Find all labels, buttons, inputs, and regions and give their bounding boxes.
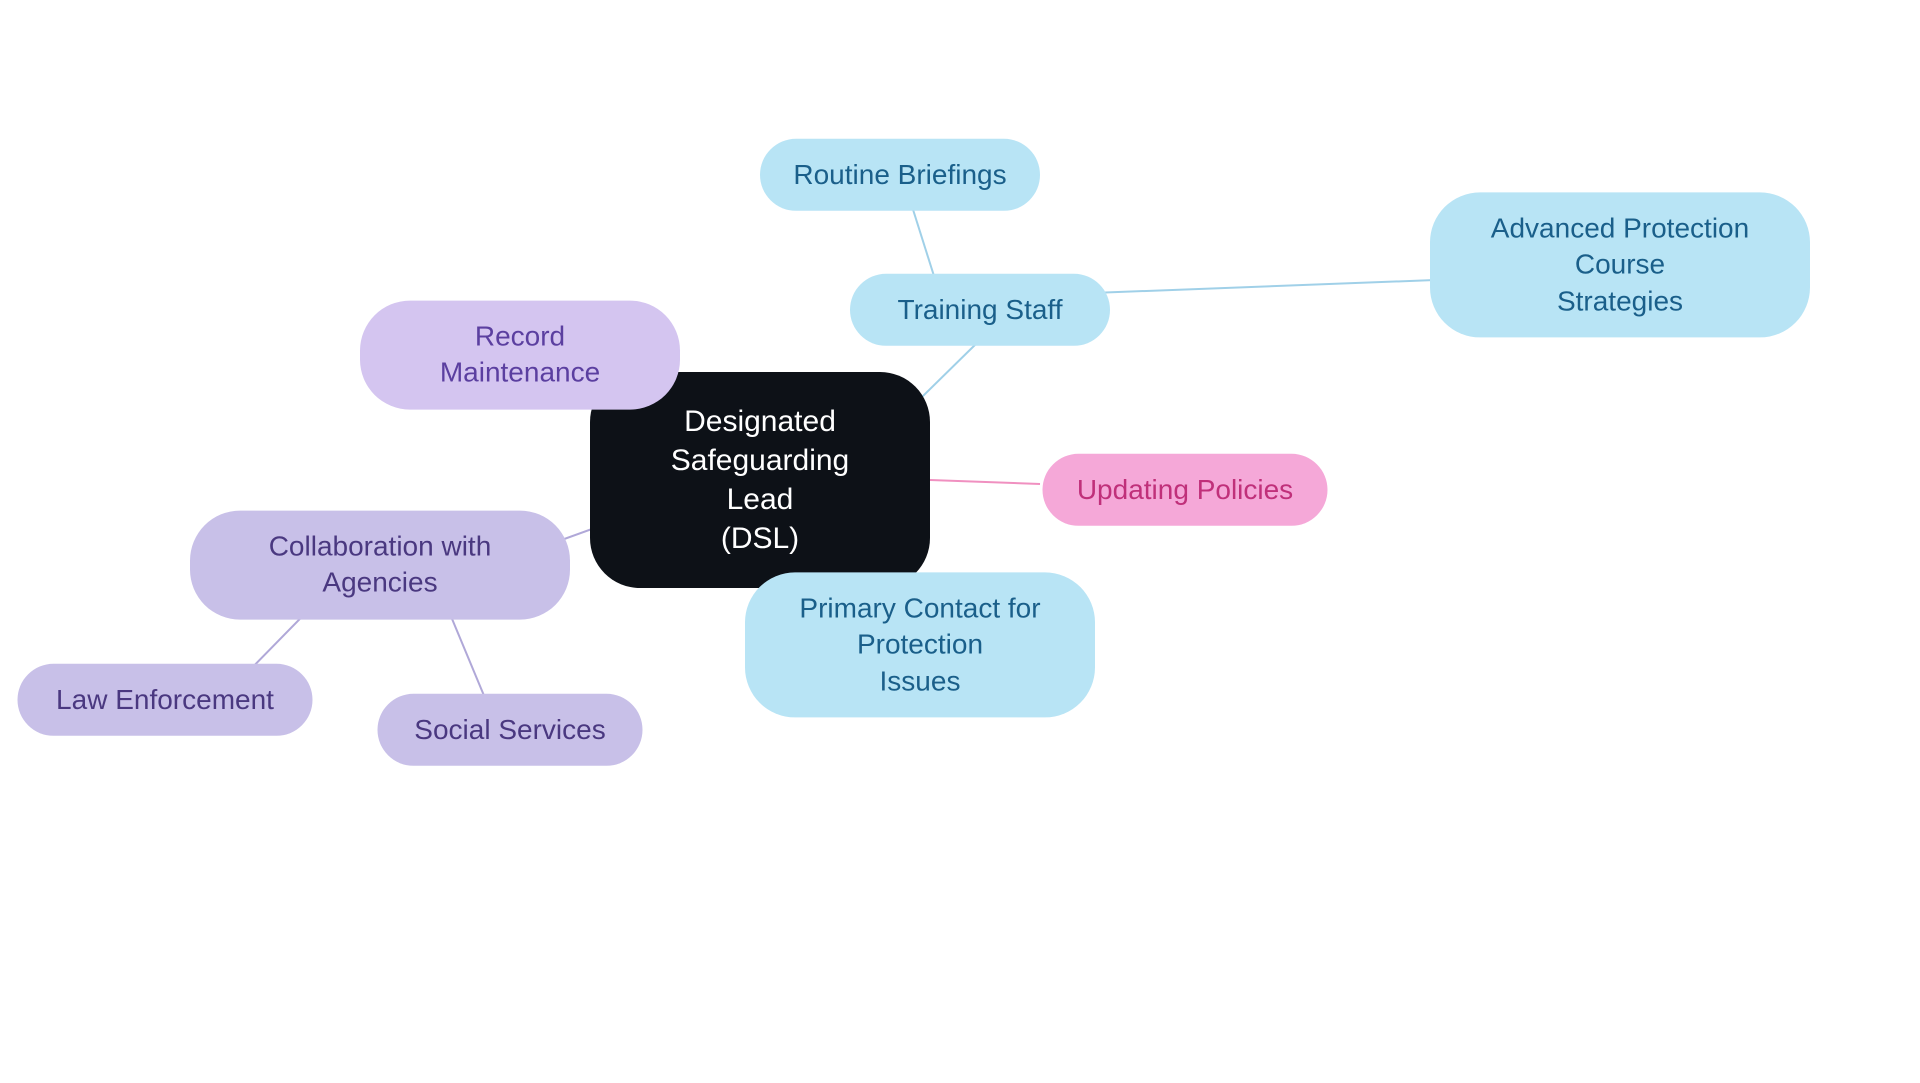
social-services-label: Social Services [414,712,605,748]
law-enforcement-label: Law Enforcement [56,682,274,718]
social-services-node: Social Services [378,694,643,766]
record-maintenance-node: Record Maintenance [360,301,680,410]
primary-contact-label: Primary Contact for ProtectionIssues [777,590,1063,699]
updating-policies-label: Updating Policies [1077,472,1293,508]
advanced-protection-node: Advanced Protection CourseStrategies [1430,192,1810,337]
record-maintenance-label: Record Maintenance [392,319,648,392]
primary-contact-node: Primary Contact for ProtectionIssues [745,572,1095,717]
collaboration-node: Collaboration with Agencies [190,511,570,620]
routine-briefings-node: Routine Briefings [760,139,1040,211]
law-enforcement-node: Law Enforcement [18,664,313,736]
collaboration-label: Collaboration with Agencies [222,529,538,602]
updating-policies-node: Updating Policies [1043,454,1328,526]
training-staff-node: Training Staff [850,274,1110,346]
routine-briefings-label: Routine Briefings [793,157,1006,193]
training-staff-label: Training Staff [898,292,1063,328]
advanced-protection-label: Advanced Protection CourseStrategies [1462,210,1778,319]
dsl-label: Designated Safeguarding Lead(DSL) [640,402,880,558]
